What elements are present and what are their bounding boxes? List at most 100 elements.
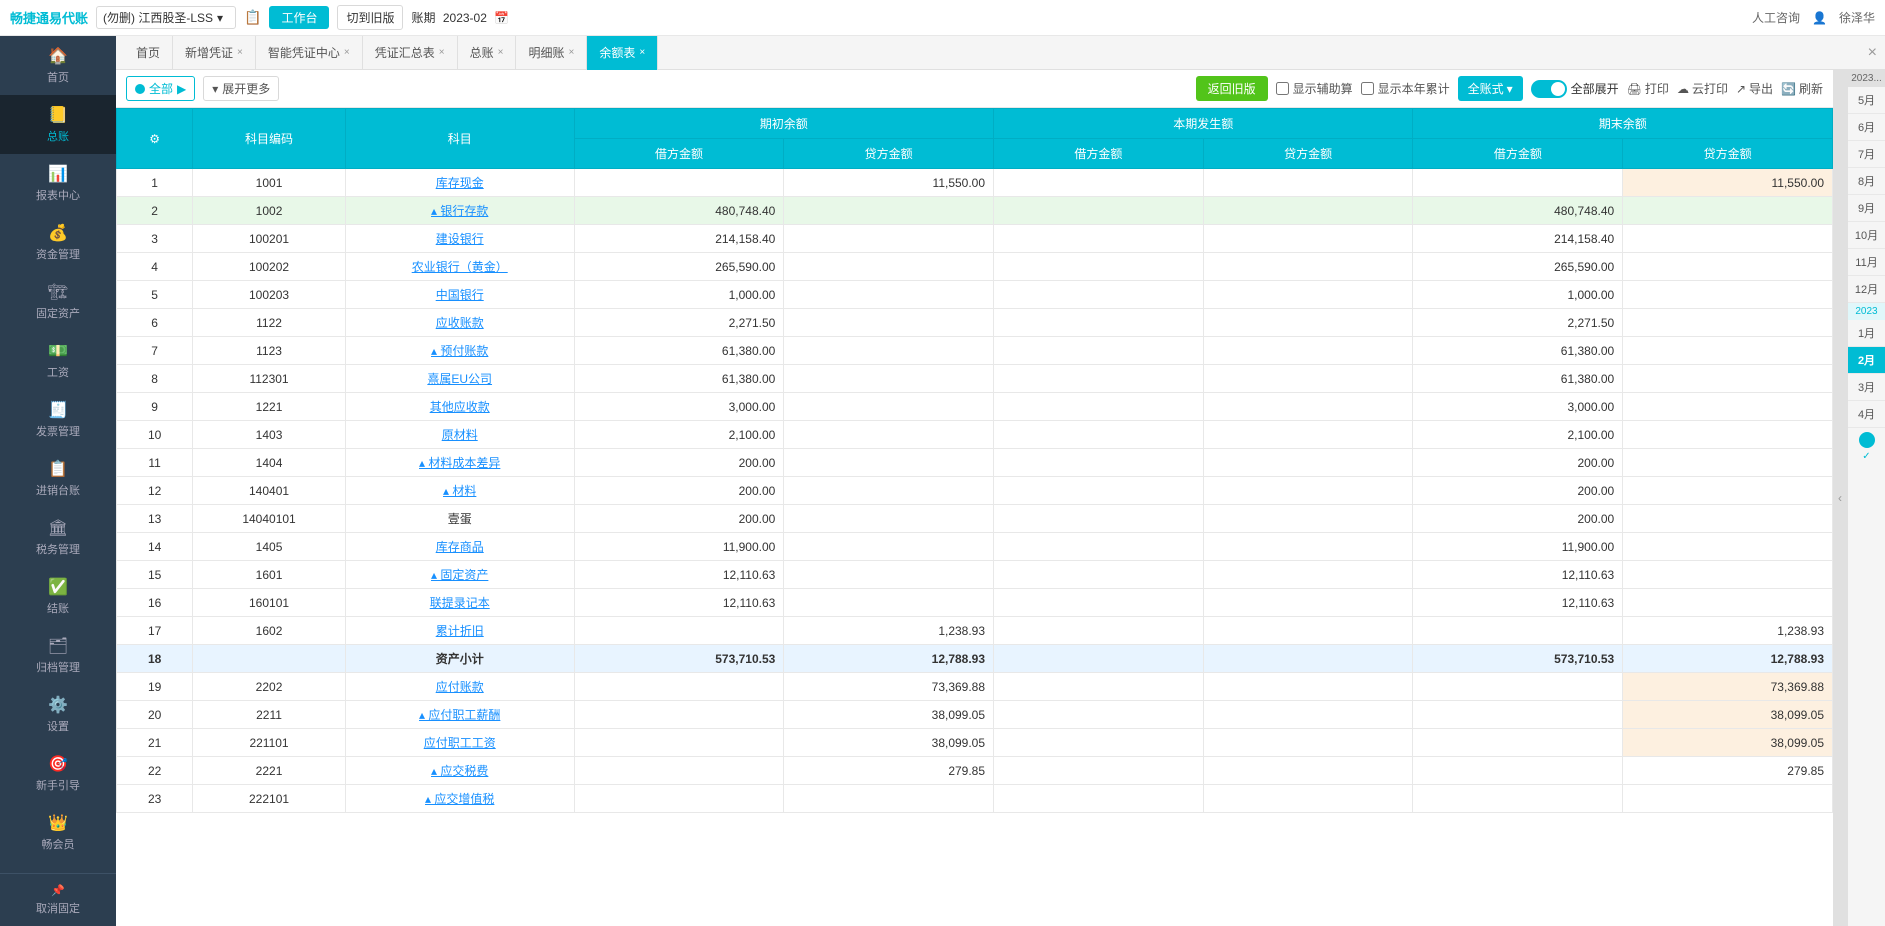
workbench-button[interactable]: 工作台 — [269, 6, 329, 29]
sidebar-item-reports[interactable]: 📊 报表中心 — [0, 154, 116, 213]
full-view-button[interactable]: 全账式 ▾ — [1458, 76, 1523, 101]
col-cb-debit-header: 借方金额 — [1413, 139, 1623, 169]
calendar-icon[interactable]: 📅 — [494, 11, 509, 25]
subject-name-cell[interactable]: 库存现金 — [345, 169, 574, 197]
month-8[interactable]: 8月 — [1848, 168, 1885, 195]
sidebar-item-home[interactable]: 🏠 首页 — [0, 36, 116, 95]
sidebar-item-archive[interactable]: 🗂 归档管理 — [0, 626, 116, 685]
tab-smart-voucher-close[interactable]: × — [344, 47, 350, 58]
show-ytd-input[interactable] — [1361, 82, 1374, 95]
month-7[interactable]: 7月 — [1848, 141, 1885, 168]
toggle-date-sidebar[interactable]: ‹ — [1833, 70, 1847, 926]
subject-name-cell[interactable]: ▴ 应交税费 — [345, 757, 574, 785]
subject-name-cell[interactable]: 应付职工工资 — [345, 729, 574, 757]
show-ytd-checkbox[interactable]: 显示本年累计 — [1361, 80, 1450, 97]
sidebar-item-guide[interactable]: 🎯 新手引导 — [0, 744, 116, 803]
tab-general-ledger[interactable]: 总账 × — [458, 36, 517, 70]
month-10[interactable]: 10月 — [1848, 222, 1885, 249]
col-ob-credit-header: 贷方金额 — [784, 139, 994, 169]
expand-all-toggle[interactable]: 全部展开 — [1531, 80, 1619, 98]
subject-name-cell[interactable]: 熹属EU公司 — [345, 365, 574, 393]
sidebar-item-member[interactable]: 👑 畅会员 — [0, 803, 116, 862]
sidebar-item-invoice[interactable]: 🧾 发票管理 — [0, 390, 116, 449]
month-11[interactable]: 11月 — [1848, 249, 1885, 276]
cb-debit — [1413, 757, 1623, 785]
tab-home[interactable]: 首页 — [124, 36, 173, 70]
ob-credit: 38,099.05 — [784, 701, 994, 729]
show-aux-input[interactable] — [1276, 82, 1289, 95]
month-2[interactable]: 2月 — [1848, 347, 1885, 374]
month-9[interactable]: 9月 — [1848, 195, 1885, 222]
subject-name-cell[interactable]: 联提录记本 — [345, 589, 574, 617]
subject-name-cell[interactable]: 建设银行 — [345, 225, 574, 253]
switch-version-button[interactable]: 切到旧版 — [337, 5, 403, 30]
sidebar-item-payroll[interactable]: 💵 工资 — [0, 331, 116, 390]
tab-add-voucher[interactable]: 新增凭证 × — [173, 36, 256, 70]
show-aux-checkbox[interactable]: 显示辅助算 — [1276, 80, 1353, 97]
tab-add-voucher-close[interactable]: × — [237, 47, 243, 58]
tab-voucher-summary-close[interactable]: × — [439, 47, 445, 58]
subject-name-cell[interactable]: 农业银行（黄金） — [345, 253, 574, 281]
year-label-prev[interactable]: 2023... — [1848, 70, 1885, 87]
balance-table-wrapper[interactable]: ⚙ 科目编码 科目 期初余额 本期发生额 期末余额 借方金额 贷方金额 借方金额 — [116, 108, 1833, 926]
expand-button[interactable]: ▾ 展开更多 — [203, 76, 279, 101]
unpin-button[interactable]: 📌 取消固定 — [0, 874, 116, 926]
sidebar-item-closing[interactable]: ✅ 结账 — [0, 567, 116, 626]
print-button[interactable]: 🖨 打印 — [1627, 80, 1669, 97]
toggle-switch[interactable] — [1531, 80, 1567, 98]
subject-name-cell[interactable]: ▴ 应交增值税 — [345, 785, 574, 813]
subject-name-cell[interactable]: 中国银行 — [345, 281, 574, 309]
col-settings-header[interactable]: ⚙ — [117, 109, 193, 169]
sidebar-item-assets[interactable]: 🏗 固定资产 — [0, 272, 116, 331]
close-all-tabs[interactable]: × — [1868, 44, 1877, 62]
cur-credit — [1203, 309, 1413, 337]
filter-button[interactable]: 全部 ▶ — [126, 76, 195, 101]
sidebar-item-ledger[interactable]: 📒 总账 — [0, 95, 116, 154]
month-6[interactable]: 6月 — [1848, 114, 1885, 141]
month-3[interactable]: 3月 — [1848, 374, 1885, 401]
sidebar-item-settings[interactable]: ⚙️ 设置 — [0, 685, 116, 744]
tab-general-ledger-close[interactable]: × — [498, 47, 504, 58]
month-5[interactable]: 5月 — [1848, 87, 1885, 114]
return-old-button[interactable]: 返回旧版 — [1196, 76, 1268, 101]
tab-voucher-summary[interactable]: 凭证汇总表 × — [363, 36, 458, 70]
sidebar-item-funds[interactable]: 💰 资金管理 — [0, 213, 116, 272]
subject-name-cell[interactable]: 应收账款 — [345, 309, 574, 337]
chevron-down-icon: ▾ — [217, 11, 223, 25]
company-selector[interactable]: (勿删) 江西股圣-LSS ▾ — [96, 6, 236, 29]
tab-detail-ledger-close[interactable]: × — [568, 47, 574, 58]
month-1[interactable]: 1月 — [1848, 320, 1885, 347]
subject-name-cell[interactable]: ▴ 预付账款 — [345, 337, 574, 365]
subject-name-cell[interactable]: ▴ 银行存款 — [345, 197, 574, 225]
refresh-button[interactable]: 🔄 刷新 — [1781, 80, 1823, 97]
year-label-current[interactable]: 2023 — [1848, 303, 1885, 320]
sidebar-item-home-label: 首页 — [47, 69, 69, 85]
export-button[interactable]: ↗ 导出 — [1736, 80, 1773, 97]
subject-name-cell[interactable]: 库存商品 — [345, 533, 574, 561]
subject-name-cell[interactable]: ▴ 材料 — [345, 477, 574, 505]
subject-name-cell[interactable]: 应付账款 — [345, 673, 574, 701]
sidebar-item-purchase[interactable]: 📋 进销台账 — [0, 449, 116, 508]
month-12[interactable]: 12月 — [1848, 276, 1885, 303]
sidebar-item-payroll-label: 工资 — [47, 364, 69, 380]
consult-button[interactable]: 人工咨询 — [1752, 9, 1800, 26]
subject-name-cell[interactable]: ▴ 材料成本差异 — [345, 449, 574, 477]
ob-debit: 61,380.00 — [574, 365, 784, 393]
subject-name-cell[interactable]: 原材料 — [345, 421, 574, 449]
subject-name-cell[interactable]: 其他应收款 — [345, 393, 574, 421]
cb-debit — [1413, 617, 1623, 645]
month-4[interactable]: 4月 — [1848, 401, 1885, 428]
tab-balance[interactable]: 余额表 × — [587, 36, 658, 70]
cloud-print-button[interactable]: ☁ 云打印 — [1677, 80, 1728, 97]
table-row: 1 1001 库存现金 11,550.00 11,550.00 — [117, 169, 1833, 197]
subject-name-cell[interactable]: ▴ 应付职工薪酬 — [345, 701, 574, 729]
subject-name-cell[interactable]: ▴ 固定资产 — [345, 561, 574, 589]
tab-smart-voucher[interactable]: 智能凭证中心 × — [256, 36, 363, 70]
cb-credit — [1623, 253, 1833, 281]
tab-balance-close[interactable]: × — [639, 47, 645, 58]
subject-name-cell[interactable]: 累计折旧 — [345, 617, 574, 645]
sidebar-item-closing-label: 结账 — [47, 600, 69, 616]
sidebar-item-tax[interactable]: 🏛 税务管理 — [0, 508, 116, 567]
copy-icon[interactable]: 📋 — [244, 9, 261, 26]
tab-detail-ledger[interactable]: 明细账 × — [516, 36, 587, 70]
